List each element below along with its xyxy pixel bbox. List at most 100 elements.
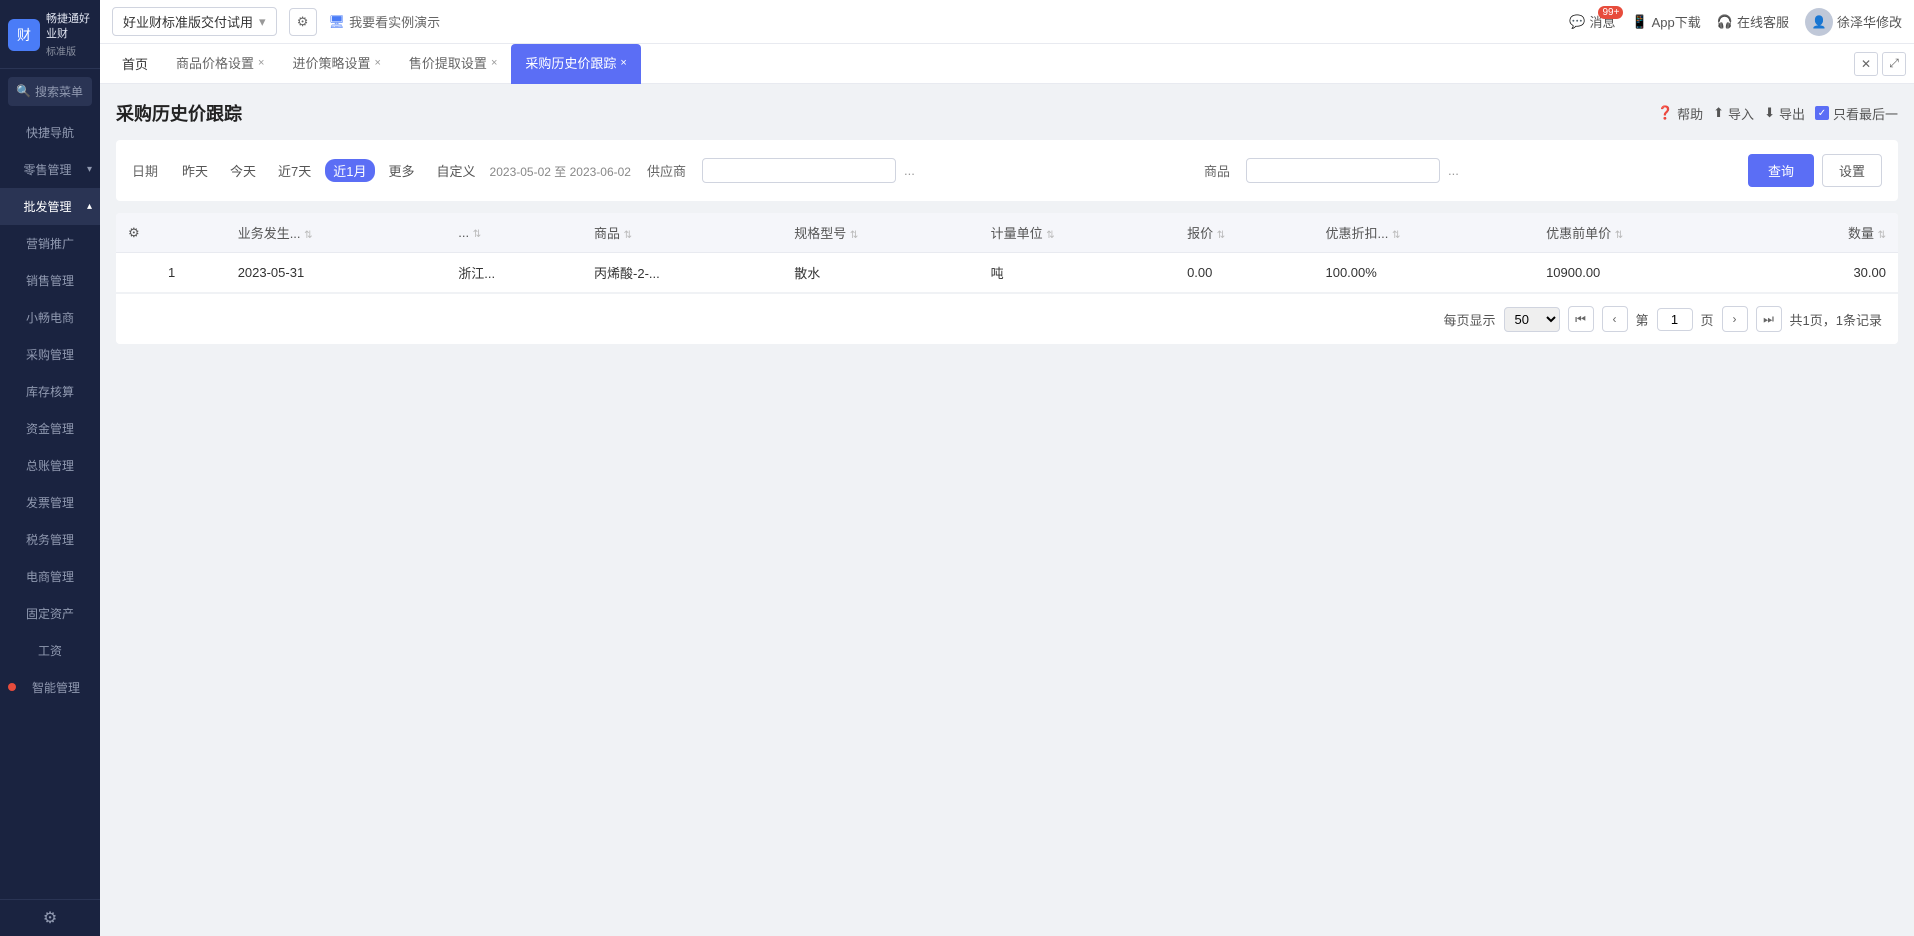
tab-purchase-history[interactable]: 采购历史价跟踪 × — [511, 44, 640, 84]
th-pre-price[interactable]: 优惠前单价 ⇅ — [1534, 213, 1759, 253]
th-spec[interactable]: 规格型号 ⇅ — [782, 213, 978, 253]
payroll-label: 工资 — [8, 642, 92, 659]
date-yesterday-btn[interactable]: 昨天 — [174, 159, 216, 182]
demo-button[interactable]: 🖥 我要看实例演示 — [329, 12, 441, 31]
next-page-button[interactable]: › — [1722, 306, 1748, 332]
sidebar-item-marketing[interactable]: 营销推广 — [0, 225, 100, 262]
supplier-input-group: ... — [702, 158, 1188, 183]
th-product[interactable]: 商品 ⇅ — [582, 213, 782, 253]
total-info: 共1页，1条记录 — [1790, 310, 1882, 329]
sidebar-item-finance[interactable]: 资金管理 — [0, 410, 100, 447]
data-table: ⚙ 业务发生... ⇅ ... ⇅ 商品 ⇅ — [116, 213, 1898, 293]
per-page-select[interactable]: 50 20 100 200 — [1504, 307, 1560, 332]
query-button[interactable]: 查询 — [1748, 154, 1814, 187]
td-price: 0.00 — [1175, 253, 1313, 293]
sidebar-item-wholesale[interactable]: 批发管理 ▴ — [0, 188, 100, 225]
prev-page-button[interactable]: ‹ — [1602, 306, 1628, 332]
gear-icon[interactable]: ⚙ — [128, 225, 140, 240]
sidebar-item-payroll[interactable]: 工资 — [0, 632, 100, 669]
topbar-right: 💬 消息 99+ 📱 App下载 🎧 在线客服 👤 徐泽华修改 — [1569, 8, 1902, 36]
sidebar-search-area: 🔍 搜索菜单 — [0, 69, 100, 114]
tab-expand-controls: ✕ ⤢ — [1854, 52, 1906, 76]
settings-button[interactable]: 设置 — [1822, 154, 1882, 187]
th-price[interactable]: 报价 ⇅ — [1175, 213, 1313, 253]
only-last-checkbox[interactable] — [1815, 106, 1829, 120]
retail-arrow-icon: ▾ — [87, 164, 92, 175]
export-button[interactable]: ⬇ 导出 — [1764, 104, 1805, 123]
sidebar-item-quick-nav[interactable]: 快捷导航 — [0, 114, 100, 151]
date-last7-btn[interactable]: 近7天 — [270, 159, 319, 182]
sidebar-item-ecommerce-small[interactable]: 小畅电商 — [0, 299, 100, 336]
message-button[interactable]: 💬 消息 99+ — [1569, 12, 1615, 31]
user-menu-button[interactable]: 👤 徐泽华修改 — [1805, 8, 1902, 36]
tab-product-price[interactable]: 商品价格设置 × — [162, 44, 278, 84]
pagination-bar: 每页显示 50 20 100 200 ⏮ ‹ 第 页 › ⏭ 共1页，1条记录 — [116, 293, 1898, 344]
tab-expand-btn[interactable]: ⤢ — [1882, 52, 1906, 76]
sidebar-item-sales[interactable]: 销售管理 — [0, 262, 100, 299]
product-more-btn[interactable]: ... — [1448, 163, 1459, 178]
sidebar-item-ecommerce[interactable]: 电商管理 — [0, 558, 100, 595]
supplier-more-btn[interactable]: ... — [904, 163, 915, 178]
th-more[interactable]: ... ⇅ — [446, 213, 582, 253]
td-discount: 100.00% — [1313, 253, 1534, 293]
last-page-button[interactable]: ⏭ — [1756, 306, 1782, 332]
ecommerce-label: 电商管理 — [8, 568, 92, 585]
import-button[interactable]: ⬆ 导入 — [1713, 104, 1754, 123]
sidebar-item-tax[interactable]: 税务管理 — [0, 521, 100, 558]
message-badge: 99+ — [1598, 6, 1623, 19]
th-date[interactable]: 业务发生... ⇅ — [226, 213, 447, 253]
sidebar-item-invoice[interactable]: 发票管理 — [0, 484, 100, 521]
td-unit: 吨 — [979, 253, 1175, 293]
tab-purchase-strategy[interactable]: 进价策略设置 × — [278, 44, 394, 84]
page-number-input[interactable] — [1657, 308, 1693, 331]
td-gear — [116, 253, 156, 293]
version-selector[interactable]: 好业财标准版交付试用 ▾ — [112, 7, 277, 36]
th-unit[interactable]: 计量单位 ⇅ — [979, 213, 1175, 253]
page-header: 采购历史价跟踪 ❓ 帮助 ⬆ 导入 ⬇ 导出 只看最后一 — [116, 100, 1898, 126]
tab-purchase-strategy-close-icon[interactable]: × — [374, 57, 380, 69]
first-page-button[interactable]: ⏮ — [1568, 306, 1594, 332]
sidebar-item-purchase[interactable]: 采购管理 — [0, 336, 100, 373]
tab-sale-price-close-icon[interactable]: × — [491, 57, 497, 69]
tab-purchase-history-label: 采购历史价跟踪 — [525, 53, 616, 72]
th-quantity[interactable]: 数量 ⇅ — [1760, 213, 1899, 253]
th-pre-price-label: 优惠前单价 — [1546, 226, 1611, 241]
sidebar-item-inventory[interactable]: 库存核算 — [0, 373, 100, 410]
th-gear: ⚙ — [116, 213, 156, 253]
app-download-button[interactable]: 📱 App下载 — [1631, 12, 1700, 31]
date-last1m-btn[interactable]: 近1月 — [325, 159, 374, 182]
online-service-button[interactable]: 🎧 在线客服 — [1717, 12, 1789, 31]
assets-label: 固定资产 — [8, 605, 92, 622]
sidebar-item-assets[interactable]: 固定资产 — [0, 595, 100, 632]
date-more-btn[interactable]: 更多 — [381, 159, 423, 182]
sort-icon: ⇅ — [850, 230, 858, 241]
date-custom-btn[interactable]: 自定义 — [429, 159, 484, 182]
sidebar-item-retail[interactable]: 零售管理 ▾ — [0, 151, 100, 188]
td-seq: 1 — [156, 253, 226, 293]
tab-home[interactable]: 首页 — [108, 44, 162, 84]
th-spec-label: 规格型号 — [794, 226, 846, 241]
date-options: 昨天 今天 近7天 近1月 更多 自定义 2023-05-02 至 2023-0… — [174, 159, 631, 182]
product-input[interactable] — [1246, 158, 1440, 183]
sort-icon: ⇅ — [1615, 230, 1623, 241]
tab-sale-price[interactable]: 售价提取设置 × — [395, 44, 511, 84]
sidebar-item-ledger[interactable]: 总账管理 — [0, 447, 100, 484]
tab-product-price-close-icon[interactable]: × — [258, 57, 264, 69]
tab-purchase-history-close-icon[interactable]: × — [620, 57, 626, 69]
supplier-input[interactable] — [702, 158, 896, 183]
date-today-btn[interactable]: 今天 — [222, 159, 264, 182]
help-button[interactable]: ❓ 帮助 — [1657, 104, 1703, 123]
settings-button[interactable]: ⚙ — [289, 8, 317, 36]
th-discount[interactable]: 优惠折扣... ⇅ — [1313, 213, 1534, 253]
settings-icon[interactable]: ⚙ — [43, 910, 57, 927]
page-actions: ❓ 帮助 ⬆ 导入 ⬇ 导出 只看最后一 — [1657, 104, 1898, 123]
sidebar-item-smart[interactable]: 智能管理 — [0, 669, 100, 706]
date-range-text: 2023-05-02 至 2023-06-02 — [490, 163, 631, 180]
tax-label: 税务管理 — [8, 531, 92, 548]
tab-close-btn[interactable]: ✕ — [1854, 52, 1878, 76]
page-label: 第 — [1636, 310, 1649, 329]
sales-label: 销售管理 — [8, 272, 92, 289]
logo-text: 畅捷通好业财 — [46, 12, 92, 43]
search-menu-button[interactable]: 🔍 搜索菜单 — [8, 77, 92, 106]
avatar: 👤 — [1805, 8, 1833, 36]
